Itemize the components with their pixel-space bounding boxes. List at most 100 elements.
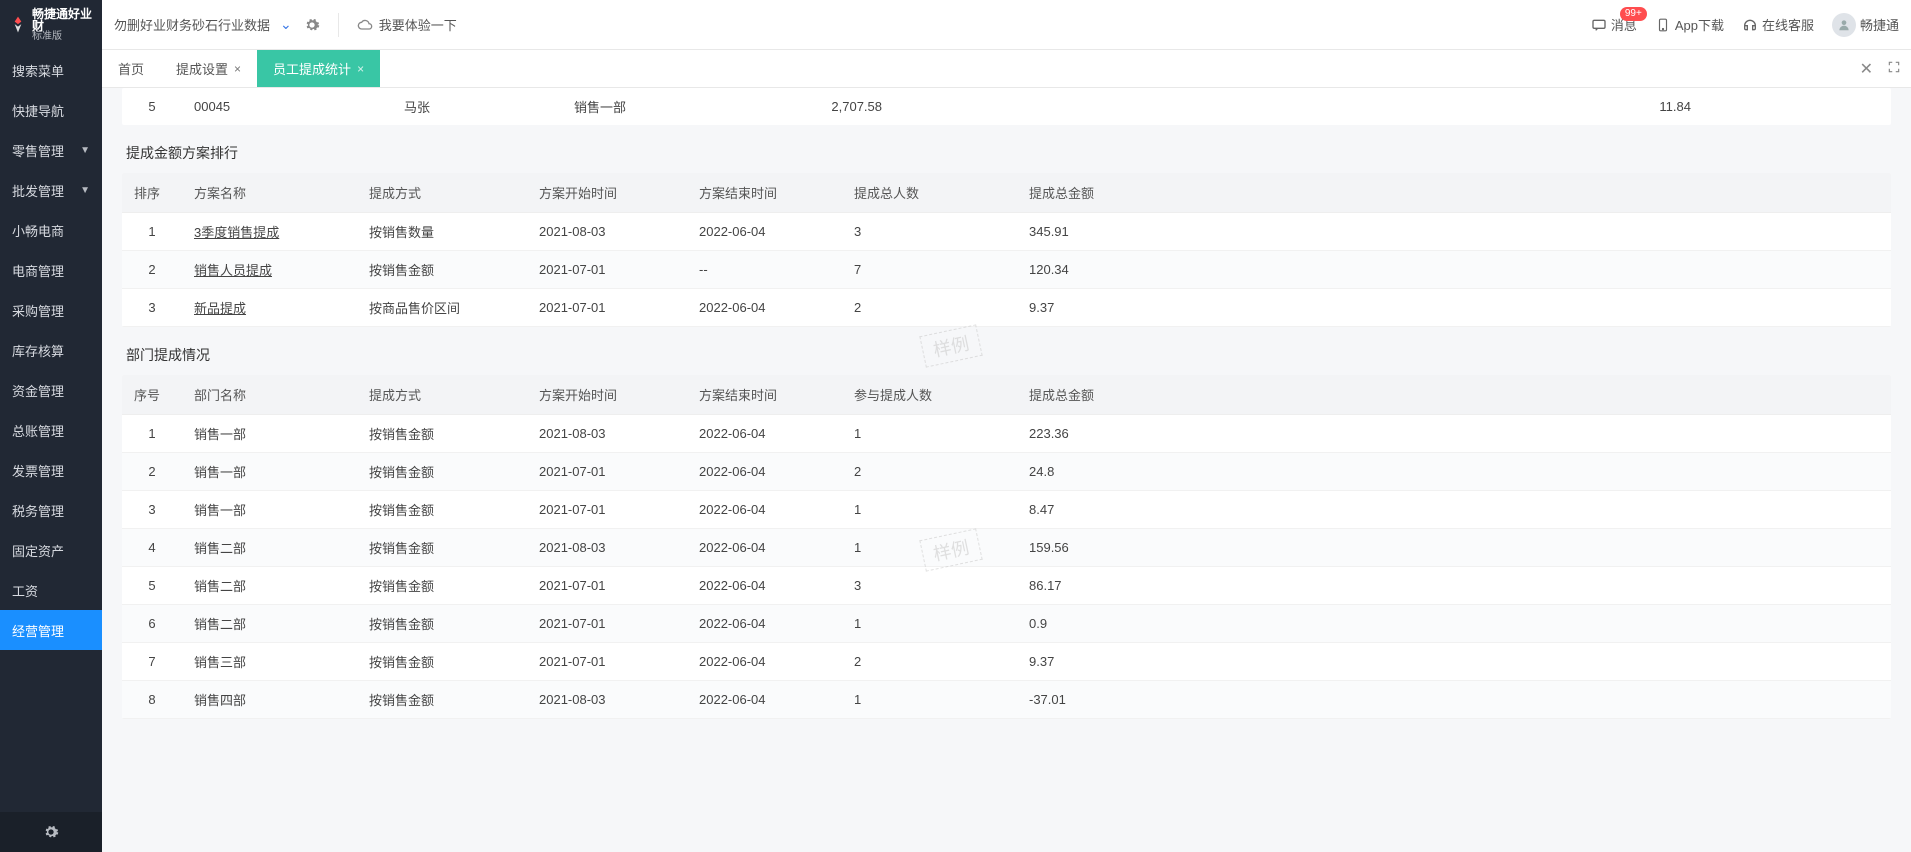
- messages-badge: 99+: [1620, 7, 1647, 21]
- cell-value: 2021-07-01: [527, 605, 687, 643]
- cell-value: 1: [842, 681, 1017, 719]
- sidebar-item[interactable]: 搜索菜单: [0, 50, 102, 90]
- sidebar-item[interactable]: 小畅电商: [0, 210, 102, 250]
- cell-name: 3季度销售提成: [182, 213, 357, 251]
- sidebar-item[interactable]: 零售管理▼: [0, 130, 102, 170]
- section-title: 提成金额方案排行: [122, 143, 1891, 163]
- cell-value: 2021-07-01: [527, 453, 687, 491]
- phone-icon: [1655, 17, 1671, 33]
- divider: [338, 13, 339, 37]
- cell-index: 5: [122, 88, 182, 125]
- cell-value: 2022-06-04: [687, 453, 842, 491]
- sidebar-item[interactable]: 发票管理: [0, 450, 102, 490]
- cell-value: 2022-06-04: [687, 213, 842, 251]
- close-icon[interactable]: ×: [234, 62, 241, 76]
- sidebar-item-label: 发票管理: [12, 461, 64, 480]
- cell-value: 2021-07-01: [527, 567, 687, 605]
- table-row: 13季度销售提成按销售数量2021-08-032022-06-043345.91: [122, 213, 1891, 251]
- cell-value: 24.8: [1017, 453, 1891, 491]
- cell-index: 2: [122, 453, 182, 491]
- try-experience[interactable]: 我要体验一下: [357, 15, 457, 34]
- topbar: 勿删好业财务砂石行业数据 ⌄ 我要体验一下 消息 99+: [102, 0, 1911, 50]
- cell-value: 按销售金额: [357, 681, 527, 719]
- table-row: 3销售一部按销售金额2021-07-012022-06-0418.47: [122, 491, 1891, 529]
- table-row: 2销售人员提成按销售金额2021-07-01--7120.34: [122, 251, 1891, 289]
- sidebar-item-label: 固定资产: [12, 541, 64, 560]
- cell-value: 2021-07-01: [527, 491, 687, 529]
- cell-value: 2: [842, 453, 1017, 491]
- sidebar: 畅捷通好业财 标准版 搜索菜单快捷导航零售管理▼批发管理▼小畅电商电商管理采购管…: [0, 0, 102, 852]
- cell-value: 2022-06-04: [687, 681, 842, 719]
- sidebar-item[interactable]: 电商管理: [0, 250, 102, 290]
- messages-button[interactable]: 消息 99+: [1591, 15, 1637, 34]
- cell-value: 2: [842, 643, 1017, 681]
- cell-value: 9.37: [1017, 289, 1891, 327]
- cell-name: 销售人员提成: [182, 251, 357, 289]
- column-header: 序号: [122, 375, 182, 415]
- tab-home[interactable]: 首页: [102, 50, 160, 87]
- sidebar-item-label: 经营管理: [12, 621, 64, 640]
- table-row: 2销售一部按销售金额2021-07-012022-06-04224.8: [122, 453, 1891, 491]
- brand-icon: [8, 15, 28, 35]
- content-area[interactable]: 5 00045 马张 销售一部 2,707.58 11.84 提成金额方案排行 …: [102, 88, 1911, 852]
- cell-value: 2021-08-03: [527, 415, 687, 453]
- sidebar-item[interactable]: 固定资产: [0, 530, 102, 570]
- sidebar-item-label: 快捷导航: [12, 101, 64, 120]
- cell-value: 按销售金额: [357, 251, 527, 289]
- fullscreen-icon[interactable]: [1887, 60, 1901, 77]
- user-menu[interactable]: 畅捷通: [1832, 13, 1899, 37]
- cloud-icon: [357, 17, 373, 33]
- plan-link[interactable]: 销售人员提成: [194, 263, 272, 278]
- sidebar-settings[interactable]: [0, 812, 102, 852]
- cell-value: 2021-08-03: [527, 529, 687, 567]
- tab-commission-stats[interactable]: 员工提成统计 ×: [257, 50, 380, 87]
- cell-value: 8.47: [1017, 491, 1891, 529]
- cell-value: 2022-06-04: [687, 415, 842, 453]
- cell-dept: 销售一部: [562, 88, 722, 125]
- org-selector[interactable]: 勿删好业财务砂石行业数据 ⌄: [114, 15, 292, 34]
- close-all-icon[interactable]: ✕: [1860, 59, 1873, 79]
- gear-icon[interactable]: [304, 17, 320, 33]
- sidebar-item[interactable]: 工资: [0, 570, 102, 610]
- cell-index: 3: [122, 289, 182, 327]
- sidebar-item[interactable]: 快捷导航: [0, 90, 102, 130]
- sidebar-item-label: 电商管理: [12, 261, 64, 280]
- sidebar-item[interactable]: 总账管理: [0, 410, 102, 450]
- table-row: 3新品提成按商品售价区间2021-07-012022-06-0429.37: [122, 289, 1891, 327]
- online-service-button[interactable]: 在线客服: [1742, 15, 1814, 34]
- tab-commission-settings[interactable]: 提成设置 ×: [160, 50, 257, 87]
- avatar-icon: [1832, 13, 1856, 37]
- column-header: 排序: [122, 173, 182, 213]
- cell-value: 2022-06-04: [687, 491, 842, 529]
- dept-commission-table: 序号部门名称提成方式方案开始时间方案结束时间参与提成人数提成总金额 1销售一部按…: [122, 375, 1891, 719]
- cell-value: 销售三部: [182, 643, 357, 681]
- cell-value: 按销售金额: [357, 491, 527, 529]
- sidebar-item[interactable]: 库存核算: [0, 330, 102, 370]
- app-download-button[interactable]: App下载: [1655, 15, 1724, 34]
- column-header: 方案结束时间: [687, 375, 842, 415]
- sidebar-item[interactable]: 批发管理▼: [0, 170, 102, 210]
- sidebar-item[interactable]: 资金管理: [0, 370, 102, 410]
- table-row: 5 00045 马张 销售一部 2,707.58 11.84: [122, 88, 1891, 125]
- plan-ranking-table: 排序方案名称提成方式方案开始时间方案结束时间提成总人数提成总金额 13季度销售提…: [122, 173, 1891, 327]
- employee-row-partial: 5 00045 马张 销售一部 2,707.58 11.84: [122, 88, 1891, 125]
- cell-value: 1: [842, 529, 1017, 567]
- cell-value: 2021-08-03: [527, 681, 687, 719]
- sidebar-item[interactable]: 经营管理: [0, 610, 102, 650]
- cell-value: 按销售金额: [357, 567, 527, 605]
- cell-index: 8: [122, 681, 182, 719]
- column-header: 方案开始时间: [527, 173, 687, 213]
- close-icon[interactable]: ×: [357, 62, 364, 76]
- cell-value: 86.17: [1017, 567, 1891, 605]
- plan-link[interactable]: 3季度销售提成: [194, 225, 279, 240]
- cell-value: 销售二部: [182, 529, 357, 567]
- sidebar-item[interactable]: 税务管理: [0, 490, 102, 530]
- column-header: 提成总金额: [1017, 375, 1891, 415]
- brand-name: 畅捷通好业财: [32, 8, 102, 32]
- cell-code: 00045: [182, 88, 392, 125]
- sidebar-item-label: 批发管理: [12, 181, 64, 200]
- plan-link[interactable]: 新品提成: [194, 301, 246, 316]
- sidebar-item[interactable]: 采购管理: [0, 290, 102, 330]
- cell-value: 销售二部: [182, 567, 357, 605]
- column-header: 方案结束时间: [687, 173, 842, 213]
